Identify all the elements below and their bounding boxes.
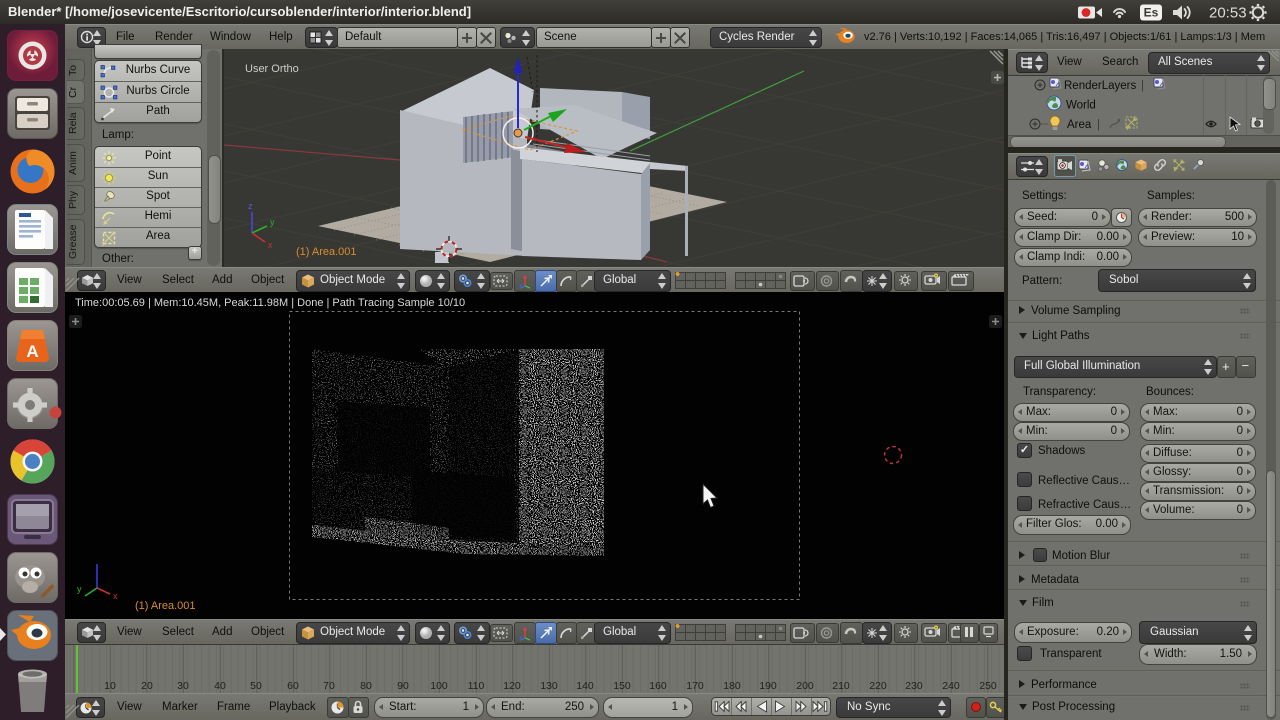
svg-text:A: A <box>26 342 38 361</box>
svg-text:Time:00:05.69 | Mem:10.45M, Pe: Time:00:05.69 | Mem:10.45M, Peak:11.98M … <box>75 297 465 309</box>
svg-text:y: y <box>77 584 82 594</box>
svg-text:20:53: 20:53 <box>1209 5 1247 22</box>
svg-text:(1) Area.001: (1) Area.001 <box>135 600 196 612</box>
svg-text:x: x <box>113 591 118 601</box>
svg-text:(1) Area.001: (1) Area.001 <box>296 246 357 258</box>
svg-text:User Ortho: User Ortho <box>245 63 299 75</box>
svg-text:Area: Area <box>1067 119 1092 131</box>
svg-text:|: | <box>1141 80 1144 92</box>
svg-text:y: y <box>270 217 275 227</box>
svg-text:x: x <box>268 240 273 250</box>
svg-text:World: World <box>1066 100 1096 112</box>
svg-text:RenderLayers: RenderLayers <box>1064 80 1136 92</box>
svg-text:|: | <box>1097 119 1100 131</box>
svg-text:Es: Es <box>1144 6 1159 20</box>
svg-text:z: z <box>248 201 253 211</box>
